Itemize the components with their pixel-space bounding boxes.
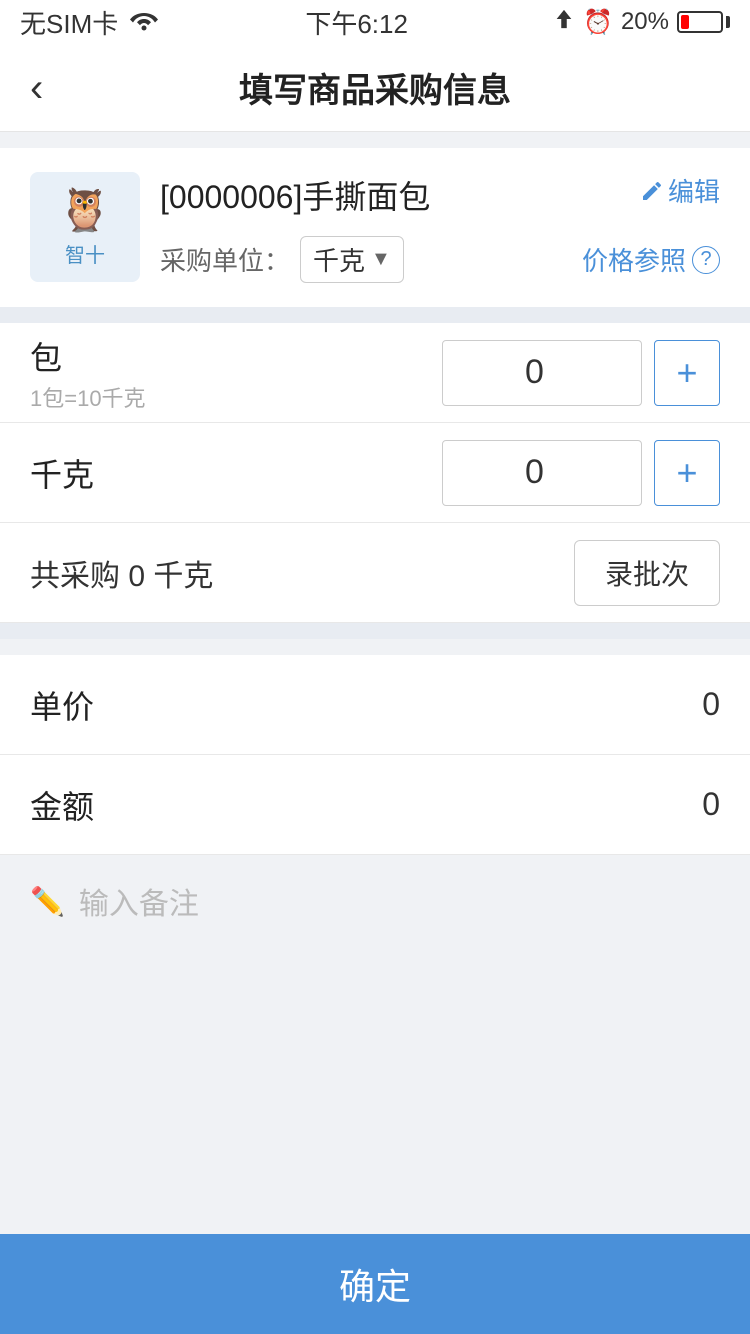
input-section: 包 1包=10千克 + 千克 + 共采购 0 千克 录批次 [0, 323, 750, 623]
kg-plus-button[interactable]: + [654, 440, 720, 506]
product-brand-label: 智十 [65, 239, 105, 268]
battery-icon [677, 11, 730, 33]
product-owl-icon: 🦉 [59, 186, 111, 235]
unit-price-label: 单价 [30, 682, 94, 728]
help-icon: ? [692, 246, 720, 274]
status-left: 无SIM卡 [20, 4, 160, 41]
unit-selector[interactable]: 千克 ▼ [300, 236, 404, 283]
unit-row: 采购单位： 千克 ▼ 价格参照 ? [160, 236, 720, 283]
product-id: [0000006] [160, 179, 302, 215]
bag-sub-label: 1包=10千克 [30, 381, 146, 413]
kg-input-row: 千克 + [0, 423, 750, 523]
unit-value: 千克 [313, 241, 365, 278]
section-divider-2 [0, 623, 750, 639]
bag-plus-button[interactable]: + [654, 340, 720, 406]
amount-row: 金额 0 [0, 755, 750, 855]
confirm-button[interactable]: 确定 [0, 1234, 750, 1334]
price-section: 单价 0 金额 0 [0, 655, 750, 855]
product-name: [0000006]手撕面包 [160, 172, 430, 218]
bottom-space [0, 947, 750, 1247]
amount-value: 0 [702, 786, 720, 823]
price-ref-button[interactable]: 价格参照 ? [582, 241, 720, 278]
kg-input-controls: + [442, 440, 720, 506]
dropdown-arrow-icon: ▼ [371, 248, 391, 271]
carrier-text: 无SIM卡 [20, 4, 118, 41]
unit-price-value: 0 [702, 686, 720, 723]
kg-label-group: 千克 [30, 450, 94, 496]
confirm-label: 确定 [339, 1258, 411, 1310]
product-info: [0000006]手撕面包 编辑 采购单位： 千克 ▼ 价格参照 ? [160, 172, 720, 283]
pencil-icon: ✏️ [30, 885, 65, 918]
product-title: 手撕面包 [302, 179, 430, 215]
kg-label: 千克 [30, 450, 94, 496]
alarm-icon: ⏰ [583, 8, 613, 37]
bag-input-row: 包 1包=10千克 + [0, 323, 750, 423]
unit-label: 采购单位： [160, 241, 290, 278]
total-row: 共采购 0 千克 录批次 [0, 523, 750, 623]
batch-button[interactable]: 录批次 [574, 540, 720, 606]
status-right: ⏰ 20% [553, 8, 730, 37]
bag-label: 包 [30, 333, 146, 379]
total-label: 共采购 0 千克 [30, 551, 213, 595]
unit-price-row: 单价 0 [0, 655, 750, 755]
page-title: 填写商品采购信息 [239, 63, 511, 112]
amount-label: 金额 [30, 782, 94, 828]
battery-percent: 20% [621, 8, 669, 36]
product-image: 🦉 智十 [30, 172, 140, 282]
edit-button[interactable]: 编辑 [640, 172, 720, 209]
product-card: 🦉 智十 [0000006]手撕面包 编辑 采购单位： 千克 ▼ 价格参照 [0, 148, 750, 307]
note-section[interactable]: ✏️ 输入备注 [0, 855, 750, 947]
nav-bar: ‹ 填写商品采购信息 [0, 44, 750, 132]
status-bar: 无SIM卡 下午6:12 ⏰ 20% [0, 0, 750, 44]
note-placeholder: 输入备注 [79, 879, 199, 923]
bag-quantity-input[interactable] [442, 340, 642, 406]
bag-input-controls: + [442, 340, 720, 406]
kg-quantity-input[interactable] [442, 440, 642, 506]
section-divider-1 [0, 307, 750, 323]
location-icon [553, 8, 575, 37]
price-ref-label: 价格参照 [582, 241, 686, 278]
bag-label-group: 包 1包=10千克 [30, 333, 146, 413]
wifi-icon [128, 7, 160, 38]
back-button[interactable]: ‹ [30, 68, 43, 108]
product-name-row: [0000006]手撕面包 编辑 [160, 172, 720, 218]
time-text: 下午6:12 [305, 4, 408, 41]
